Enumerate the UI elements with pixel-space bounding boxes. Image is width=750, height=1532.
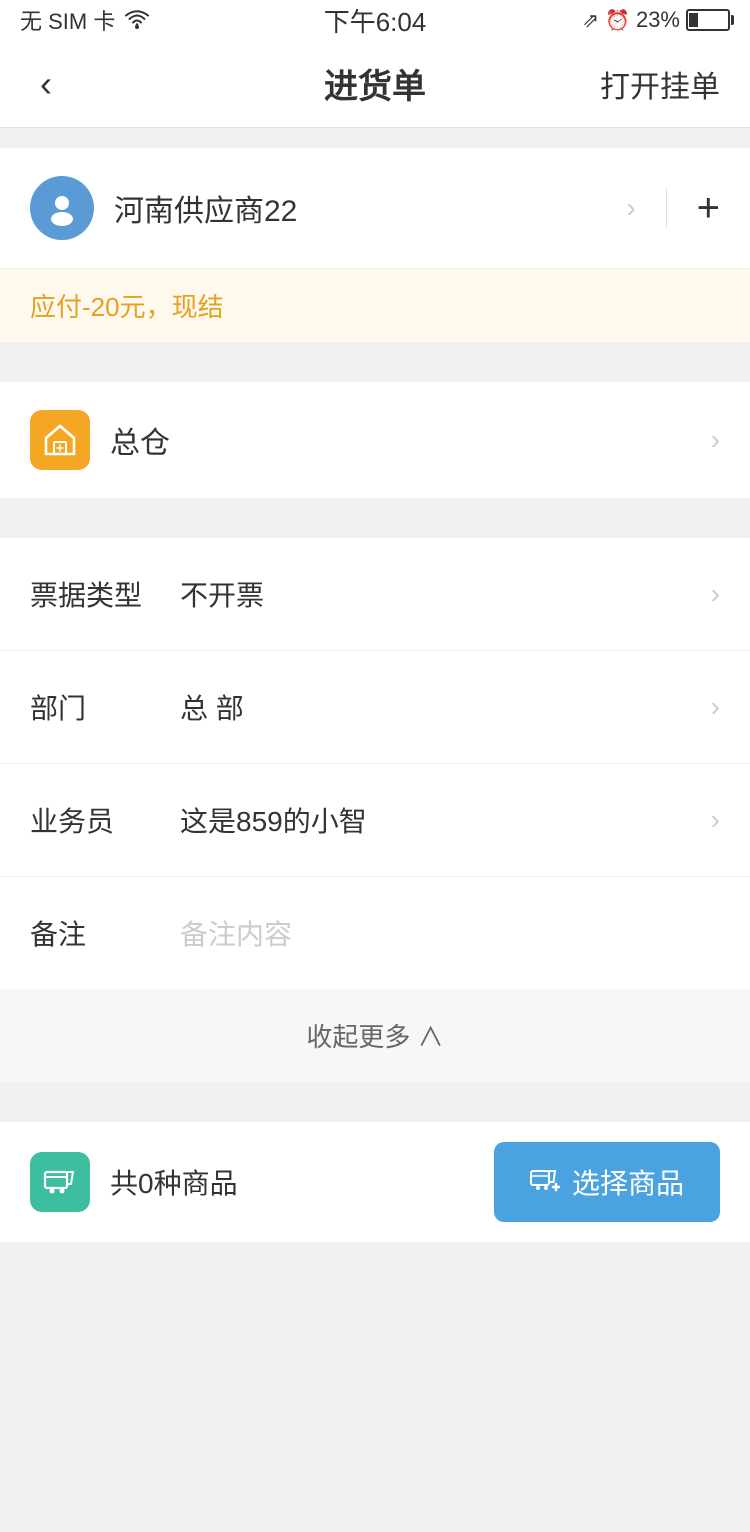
- ticket-type-label: 票据类型: [30, 574, 160, 614]
- supplier-section: 河南供应商22 › + 应付-20元，现结: [0, 148, 750, 342]
- warehouse-icon: [30, 410, 90, 470]
- cart-icon: [42, 1164, 78, 1200]
- status-bar: 无 SIM 卡 下午6:04 ⇗ ⏰ 23%: [0, 0, 750, 40]
- open-pending-button[interactable]: 打开挂单: [600, 62, 720, 106]
- supplier-chevron-icon: ›: [626, 192, 635, 224]
- warehouse-section: 总仓 ›: [0, 382, 750, 498]
- alarm-icon: ⏰: [605, 8, 630, 33]
- sales-rep-row[interactable]: 业务员 这是859的小智 ›: [0, 764, 750, 877]
- status-bar-left: 无 SIM 卡: [20, 4, 151, 36]
- ticket-type-chevron-icon: ›: [711, 578, 720, 610]
- section-gap-2: [0, 342, 750, 362]
- department-chevron-icon: ›: [711, 691, 720, 723]
- page-title: 进货单: [324, 59, 426, 108]
- department-row[interactable]: 部门 总 部 ›: [0, 651, 750, 764]
- supplier-divider: [666, 188, 667, 228]
- warehouse-row[interactable]: 总仓 ›: [0, 382, 750, 498]
- gray-fill: [0, 1242, 750, 1532]
- ticket-type-value: 不开票: [160, 574, 711, 614]
- battery-label: 23%: [636, 7, 680, 33]
- remark-placeholder[interactable]: 备注内容: [160, 913, 720, 953]
- remark-row[interactable]: 备注 备注内容: [0, 877, 750, 989]
- remark-label: 备注: [30, 913, 160, 953]
- form-section: 票据类型 不开票 › 部门 总 部 › 业务员 这是859的小智 › 备注 备注…: [0, 538, 750, 989]
- product-icon: [30, 1152, 90, 1212]
- gps-icon: ⇗: [582, 8, 599, 33]
- supplier-avatar: [30, 176, 94, 240]
- supplier-row[interactable]: 河南供应商22 › +: [0, 148, 750, 269]
- warehouse-name: 总仓: [110, 418, 711, 462]
- department-value: 总 部: [160, 687, 711, 727]
- supplier-name: 河南供应商22: [114, 186, 626, 230]
- product-count-label: 共0种商品: [110, 1162, 474, 1202]
- info-banner: 应付-20元，现结: [0, 269, 750, 342]
- sales-rep-value: 这是859的小智: [160, 800, 711, 840]
- select-product-button[interactable]: 选择商品: [494, 1142, 720, 1222]
- status-bar-time: 下午6:04: [324, 2, 427, 39]
- status-bar-right: ⇗ ⏰ 23%: [582, 7, 730, 33]
- house-icon: [42, 422, 78, 458]
- carrier-label: 无 SIM 卡: [20, 4, 115, 36]
- battery-icon: [686, 9, 730, 31]
- section-gap-4: [0, 1082, 750, 1102]
- section-gap-3: [0, 498, 750, 518]
- select-btn-icon: [530, 1166, 560, 1199]
- sales-rep-label: 业务员: [30, 800, 160, 840]
- info-text: 应付-20元，现结: [30, 292, 224, 322]
- collapse-label: 收起更多 ∧: [306, 1022, 443, 1052]
- nav-bar: ‹ 进货单 打开挂单: [0, 40, 750, 128]
- ticket-type-row[interactable]: 票据类型 不开票 ›: [0, 538, 750, 651]
- wifi-icon: [123, 10, 151, 30]
- department-label: 部门: [30, 687, 160, 727]
- back-button[interactable]: ‹: [30, 53, 62, 115]
- footer-bar: 共0种商品 选择商品: [0, 1122, 750, 1242]
- person-icon: [43, 189, 81, 227]
- select-product-label: 选择商品: [572, 1162, 684, 1202]
- sales-rep-chevron-icon: ›: [711, 804, 720, 836]
- warehouse-chevron-icon: ›: [711, 424, 720, 456]
- section-gap-1: [0, 128, 750, 148]
- collapse-button[interactable]: 收起更多 ∧: [0, 989, 750, 1082]
- add-cart-icon: [530, 1166, 560, 1192]
- add-button[interactable]: +: [697, 186, 720, 231]
